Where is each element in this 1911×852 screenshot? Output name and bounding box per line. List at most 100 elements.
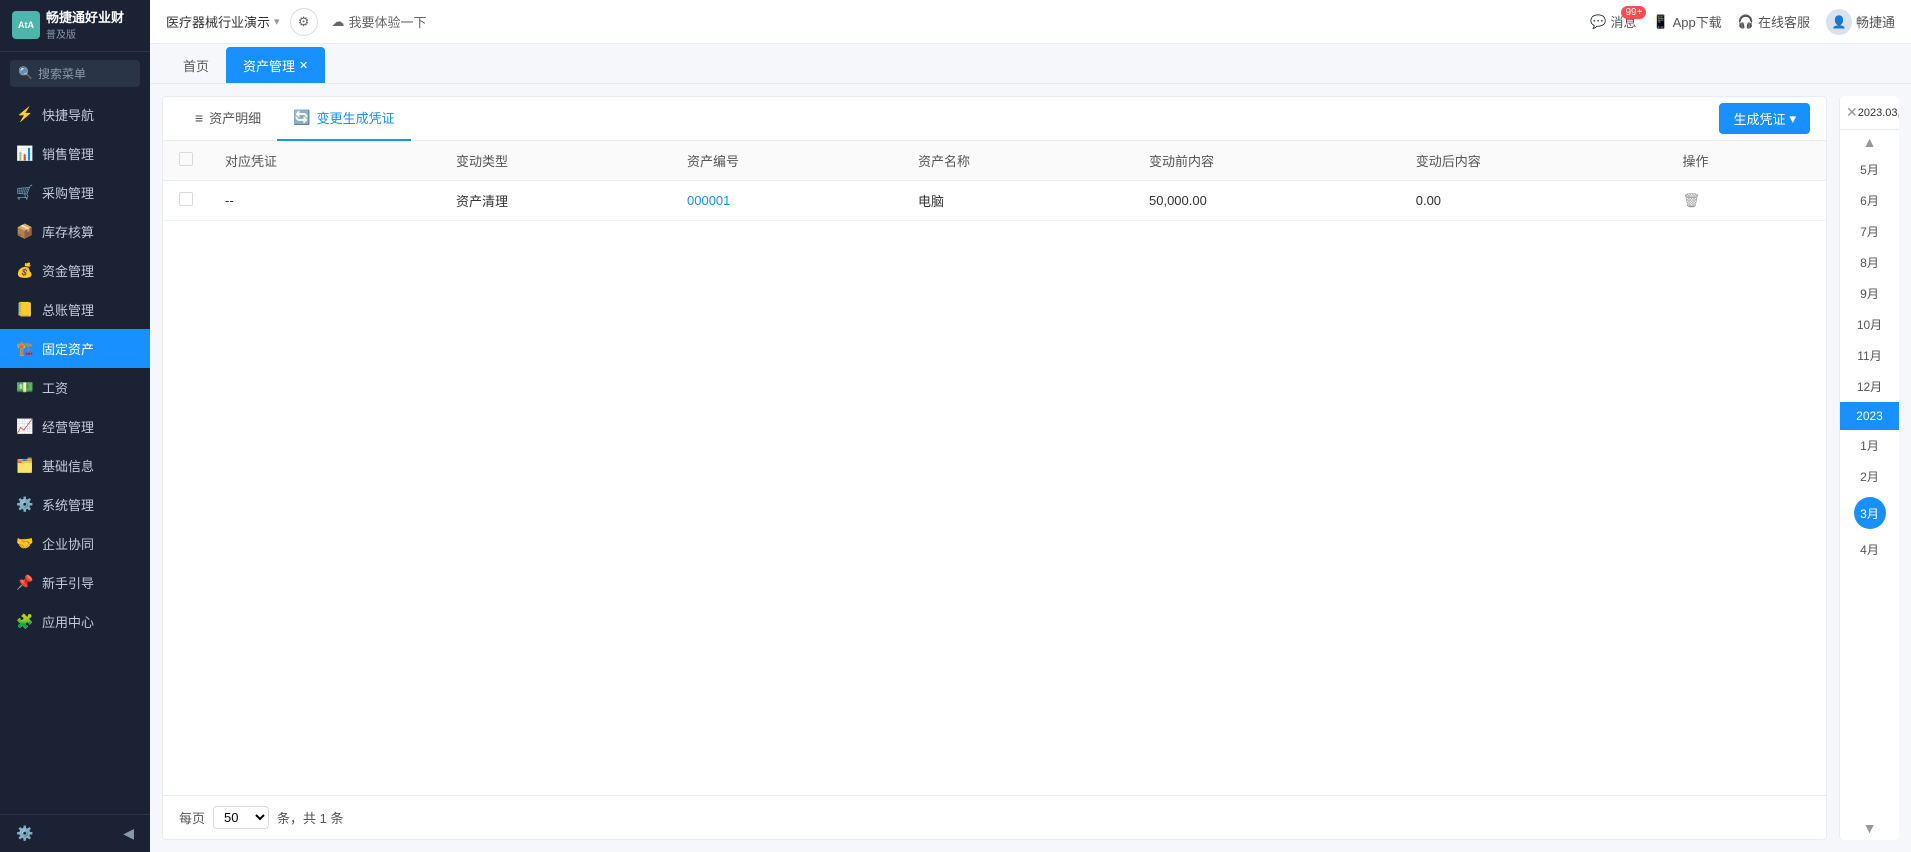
asset-table: 对应凭证 变动类型 资产编号 资产名称 变动前内容 变动后内容 操作 - xyxy=(163,141,1826,221)
col-action: 操作 xyxy=(1666,141,1826,181)
month-item[interactable]: 1月 xyxy=(1840,430,1899,461)
app-download-label: App下载 xyxy=(1673,12,1722,31)
basic-info-icon: 🗂️ xyxy=(16,456,34,474)
enterprise-icon: 🤝 xyxy=(16,534,34,552)
sidebar-item-basic-info[interactable]: 🗂️ 基础信息 xyxy=(0,446,150,485)
collapse-icon[interactable]: ◀ xyxy=(123,825,134,842)
finance-icon: 💰 xyxy=(16,261,34,279)
chevron-down-icon: ▾ xyxy=(274,15,280,28)
sidebar-item-label: 快捷导航 xyxy=(42,105,94,124)
generate-label: 生成凭证 xyxy=(1733,109,1785,128)
tab-asset-mgmt-label: 资产管理 xyxy=(243,56,295,75)
sidebar-item-label: 总账管理 xyxy=(42,300,94,319)
settings-icon[interactable]: ⚙️ xyxy=(16,825,33,842)
per-page-select[interactable]: 50 10 20 100 xyxy=(213,806,269,829)
experience-button[interactable]: ☁ 我要体验一下 xyxy=(332,12,427,31)
app-version: 普及版 xyxy=(46,26,124,41)
sidebar-item-enterprise[interactable]: 🤝 企业协同 xyxy=(0,524,150,563)
month-item[interactable]: 5月 xyxy=(1840,154,1899,185)
cloud-icon: ☁ xyxy=(332,14,345,30)
sidebar-item-quick-nav[interactable]: ⚡ 快捷导航 xyxy=(0,95,150,134)
row-checkbox-cell xyxy=(163,181,209,221)
sidebar-item-guide[interactable]: 📌 新手引导 xyxy=(0,563,150,602)
topbar-right: 💬 消息 99+ 📱 App下载 🎧 在线客服 👤 畅捷通 xyxy=(1590,9,1895,35)
search-menu[interactable]: 🔍 搜索菜单 xyxy=(10,60,140,87)
username: 畅捷通 xyxy=(1856,12,1895,31)
select-all-checkbox[interactable] xyxy=(179,152,193,166)
system-icon: ⚙️ xyxy=(16,495,34,513)
settings-button[interactable]: ⚙ xyxy=(290,8,318,36)
sidebar-item-label: 采购管理 xyxy=(42,183,94,202)
avatar: 👤 xyxy=(1826,9,1852,35)
sidebar-item-salary[interactable]: 💵 工资 xyxy=(0,368,150,407)
search-icon: 🔍 xyxy=(18,66,33,80)
month-item[interactable]: 6月 xyxy=(1840,185,1899,216)
sidebar-item-label: 经营管理 xyxy=(42,417,94,436)
search-label: 搜索菜单 xyxy=(38,65,86,82)
topbar: 医疗器械行业演示 ▾ ⚙ ☁ 我要体验一下 💬 消息 99+ 📱 App下载 🎧… xyxy=(150,0,1911,44)
sidebar-item-system[interactable]: ⚙️ 系统管理 xyxy=(0,485,150,524)
tab-asset-mgmt[interactable]: 资产管理 ✕ xyxy=(226,47,325,83)
month-item[interactable]: 4月 xyxy=(1840,534,1899,565)
tab-close-icon[interactable]: ✕ xyxy=(299,59,308,72)
month-item[interactable]: 11月 xyxy=(1840,340,1899,371)
month-item[interactable]: 8月 xyxy=(1840,247,1899,278)
logo-abbr: AtA xyxy=(18,20,34,30)
month-item[interactable]: 7月 xyxy=(1840,216,1899,247)
chevron-down-icon: ▾ xyxy=(1789,111,1796,127)
col-asset-name: 资产名称 xyxy=(902,141,1133,181)
online-service-button[interactable]: 🎧 在线客服 xyxy=(1738,12,1810,31)
delete-button[interactable]: 🗑 xyxy=(1682,192,1700,208)
year-label-2023[interactable]: 2023 xyxy=(1840,402,1899,430)
col-voucher: 对应凭证 xyxy=(209,141,440,181)
company-name: 医疗器械行业演示 xyxy=(166,12,270,31)
month-item[interactable]: 12月 xyxy=(1840,371,1899,402)
month-item[interactable]: 9月 xyxy=(1840,278,1899,309)
sidebar-item-inventory[interactable]: 📦 库存核算 xyxy=(0,212,150,251)
col-change-type: 变动类型 xyxy=(440,141,671,181)
app-download-button[interactable]: 📱 App下载 xyxy=(1652,12,1721,31)
table-row: -- 资产清理 000001 电脑 50,000.00 0.00 🗑 xyxy=(163,181,1826,221)
month-nav-up[interactable]: ▲ xyxy=(1840,130,1899,154)
sidebar-item-ledger[interactable]: 📒 总账管理 xyxy=(0,290,150,329)
generate-voucher-button[interactable]: 生成凭证 ▾ xyxy=(1719,103,1810,134)
online-service-label: 在线客服 xyxy=(1758,12,1810,31)
sidebar-item-finance[interactable]: 💰 资金管理 xyxy=(0,251,150,290)
month-nav-down[interactable]: ▼ xyxy=(1840,816,1899,840)
sidebar-item-operations[interactable]: 📈 经营管理 xyxy=(0,407,150,446)
panel-year-month: 2023.03 xyxy=(1858,107,1898,119)
month-item[interactable]: 10月 xyxy=(1840,309,1899,340)
user-menu[interactable]: 👤 畅捷通 xyxy=(1826,9,1895,35)
col-asset-code: 资产编号 xyxy=(671,141,902,181)
app-center-icon: 🧩 xyxy=(16,612,34,630)
sidebar-item-label: 系统管理 xyxy=(42,495,94,514)
month-list: 5月6月7月8月9月10月11月12月20231月2月 3月 4月 xyxy=(1840,154,1899,816)
side-panel-expand-icon[interactable]: ⤢ xyxy=(1898,104,1900,121)
sidebar-item-app-center[interactable]: 🧩 应用中心 xyxy=(0,602,150,641)
cell-asset-code[interactable]: 000001 xyxy=(671,181,902,221)
month-item-active[interactable]: 3月 xyxy=(1854,497,1886,529)
sidebar: AtA 畅捷通好业财 普及版 🔍 搜索菜单 ⚡ 快捷导航 📊 销售管理 🛒 采购… xyxy=(0,0,150,852)
main-card: ≡ 资产明细 🔄 变更生成凭证 生成凭证 ▾ xyxy=(162,96,1827,840)
tab-change-voucher[interactable]: 🔄 变更生成凭证 xyxy=(277,97,410,141)
sidebar-item-fixed-assets[interactable]: 🏗️ 固定资产 xyxy=(0,329,150,368)
fixed-assets-icon: 🏗️ xyxy=(16,339,34,357)
list-icon: ≡ xyxy=(195,110,203,126)
sidebar-nav: ⚡ 快捷导航 📊 销售管理 🛒 采购管理 📦 库存核算 💰 资金管理 📒 总账管… xyxy=(0,95,150,814)
col-checkbox xyxy=(163,141,209,181)
message-button[interactable]: 💬 消息 99+ xyxy=(1590,12,1636,31)
purchase-icon: 🛒 xyxy=(16,183,34,201)
sidebar-item-label: 新手引导 xyxy=(42,573,94,592)
month-item[interactable]: 2月 xyxy=(1840,461,1899,492)
row-checkbox[interactable] xyxy=(179,192,193,206)
side-panel-close-button[interactable]: ✕ xyxy=(1846,104,1858,121)
sidebar-item-purchase[interactable]: 🛒 采购管理 xyxy=(0,173,150,212)
company-selector[interactable]: 医疗器械行业演示 ▾ xyxy=(166,12,280,31)
tab-asset-detail[interactable]: ≡ 资产明细 xyxy=(179,97,277,141)
sidebar-item-sales[interactable]: 📊 销售管理 xyxy=(0,134,150,173)
sidebar-logo: AtA 畅捷通好业财 普及版 xyxy=(0,0,150,52)
side-panel-header: ✕ 2023.03 ⤢ xyxy=(1840,96,1899,130)
col-before-change: 变动前内容 xyxy=(1133,141,1400,181)
sidebar-item-label: 工资 xyxy=(42,378,68,397)
tab-home[interactable]: 首页 xyxy=(166,47,226,83)
